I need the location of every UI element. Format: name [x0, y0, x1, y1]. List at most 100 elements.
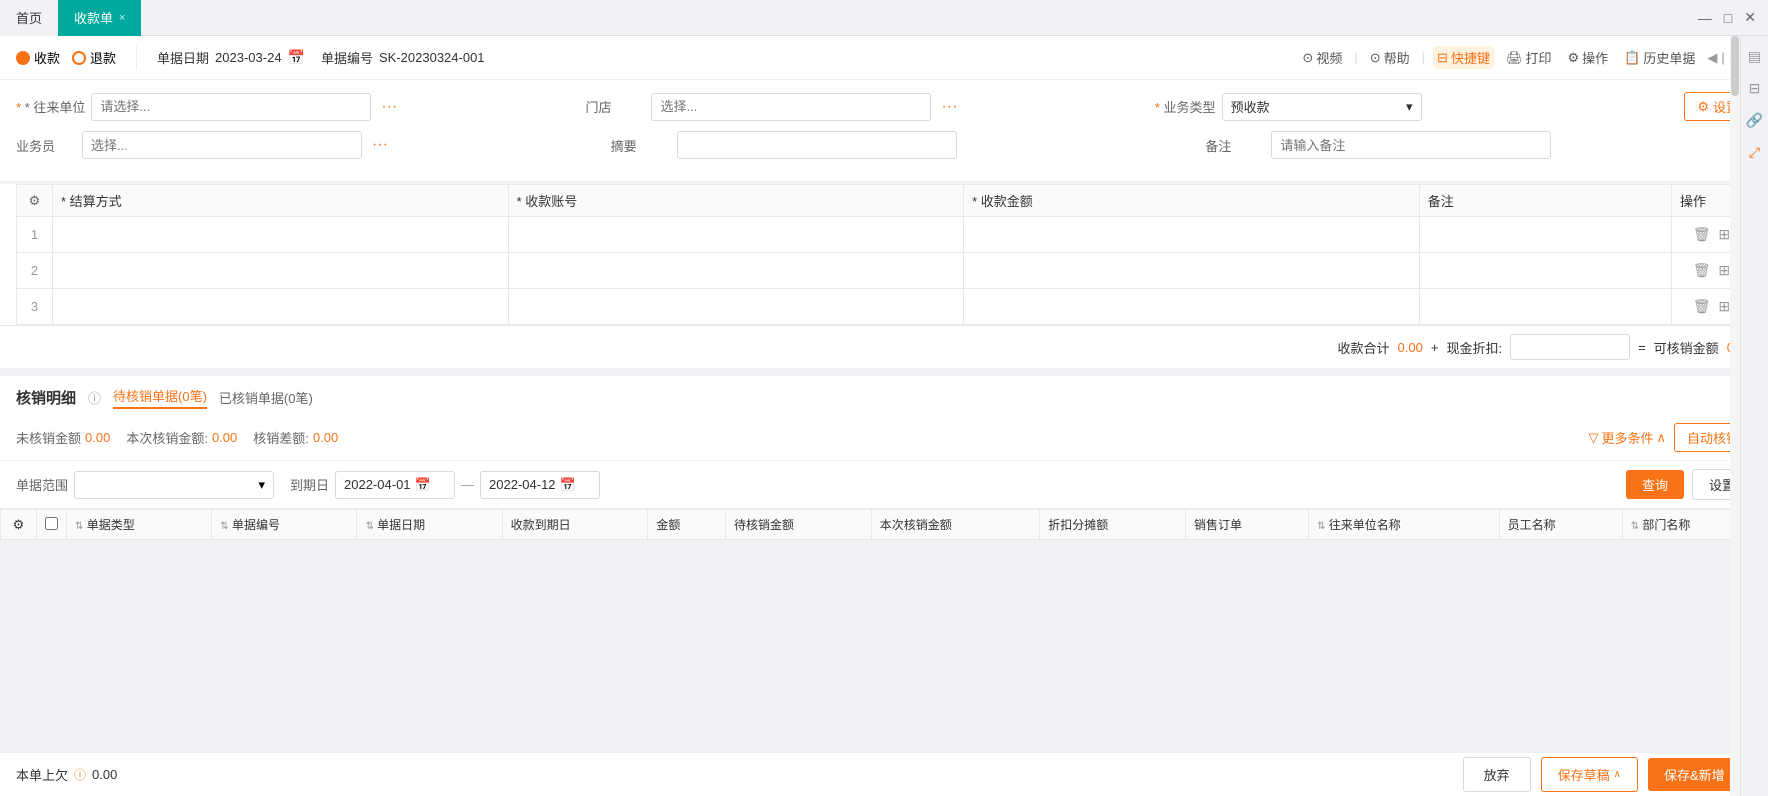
footer-info: 本单上欠 ⓘ 0.00	[16, 765, 117, 784]
note-input[interactable]	[1271, 131, 1551, 159]
store-input[interactable]	[651, 93, 931, 121]
range-field: 单据范围 ▾	[16, 471, 274, 499]
account-cell-1[interactable]	[508, 217, 964, 253]
radio-receipt[interactable]: 收款	[16, 48, 60, 67]
prev-icon[interactable]: ◀	[1707, 50, 1717, 66]
col-gear-header[interactable]: ⚙	[17, 185, 53, 217]
staff-more-icon[interactable]: ···	[372, 136, 388, 154]
delete-icon-1[interactable]: 🗑	[1693, 226, 1711, 242]
select-all-checkbox[interactable]	[45, 517, 58, 530]
window-close-button[interactable]: ✕	[1744, 9, 1756, 26]
col-settlement-header: * 结算方式	[53, 185, 509, 217]
maximize-button[interactable]: □	[1724, 10, 1732, 26]
delete-icon-3[interactable]: 🗑	[1693, 298, 1711, 314]
pending-tab[interactable]: 待核销单据(0笔)	[113, 386, 207, 409]
note-cell-1[interactable]	[1419, 217, 1671, 253]
counterpart-input[interactable]	[91, 93, 371, 121]
bottom-gear-header[interactable]: ⚙	[1, 510, 37, 540]
delete-icon-2[interactable]: 🗑	[1693, 262, 1711, 278]
counterpart-field: * * 往来单位 ···	[16, 93, 537, 121]
copy-icon-3[interactable]: ⊞	[1718, 298, 1730, 314]
date-to-value: 2022-04-12	[489, 477, 556, 492]
col-receipt-date-header: 收款到期日	[502, 510, 648, 540]
minimize-button[interactable]: —	[1698, 10, 1712, 26]
calendar-from-icon[interactable]: 📅	[415, 477, 431, 493]
settlement-cell-2[interactable]	[53, 253, 509, 289]
receipt-type-radio: 收款 退款	[16, 48, 116, 67]
account-cell-3[interactable]	[508, 289, 964, 325]
footer-info-icon[interactable]: ⓘ	[74, 766, 86, 783]
note-cell-2[interactable]	[1419, 253, 1671, 289]
radio-refund[interactable]: 退款	[72, 48, 116, 67]
sidebar-table-icon[interactable]: ▤	[1743, 44, 1767, 68]
summary-input[interactable]	[677, 131, 957, 159]
calendar-icon[interactable]: 📅	[288, 49, 305, 66]
operation-btn[interactable]: ⚙ 操作	[1563, 46, 1612, 69]
scrollbar-thumb[interactable]	[1731, 36, 1739, 96]
close-icon[interactable]: ×	[119, 12, 125, 24]
date-from-value: 2022-04-01	[344, 477, 411, 492]
row-num-1: 1	[17, 217, 53, 253]
counterpart-more-icon[interactable]: ···	[381, 98, 397, 116]
number-label: 单据编号	[321, 48, 373, 67]
footer-label: 本单上欠	[16, 765, 68, 784]
video-btn[interactable]: ⊙ 视频	[1298, 46, 1346, 69]
date-to-picker[interactable]: 2022-04-12 📅	[480, 471, 600, 499]
scrollbar[interactable]	[1730, 36, 1740, 796]
tab-active[interactable]: 收款单 ×	[58, 0, 141, 36]
separator-1	[136, 46, 137, 70]
amount-cell-1[interactable]	[964, 217, 1420, 253]
sidebar-list-icon[interactable]: ⊟	[1743, 76, 1767, 100]
discount-input[interactable]	[1510, 334, 1630, 360]
settlement-cell-1[interactable]	[53, 217, 509, 253]
help-icon: ⊙	[1370, 50, 1381, 66]
more-conditions-btn[interactable]: ▽ 更多条件 ∧	[1588, 428, 1666, 447]
bottom-gear-icon[interactable]: ⚙	[13, 517, 25, 532]
operation-icon: ⚙	[1567, 50, 1579, 66]
filter-icon: ▽	[1588, 430, 1598, 446]
abandon-button[interactable]: 放弃	[1463, 757, 1531, 792]
print-btn[interactable]: 🖨 打印	[1502, 46, 1556, 69]
staff-input[interactable]	[82, 131, 362, 159]
filter-row: 单据范围 ▾ 到期日 2022-04-01 📅 — 2022-04-12 📅 查…	[0, 460, 1768, 508]
sidebar-expand-icon[interactable]: ⤢	[1743, 140, 1767, 164]
shortcut-btn[interactable]: ⊟ 快捷键	[1433, 46, 1494, 69]
note-cell-3[interactable]	[1419, 289, 1671, 325]
date-value[interactable]: 2023-03-24	[215, 50, 282, 65]
print-label: 打印	[1525, 48, 1551, 67]
current-value: 0.00	[212, 430, 237, 445]
separator-nav: |	[1721, 50, 1724, 65]
date-from-picker[interactable]: 2022-04-01 📅	[335, 471, 455, 499]
table-container: ⚙ * 结算方式 * 收款账号 * 收款金额 备注 操作 1 🗑 ⊞	[0, 184, 1768, 325]
print-icon: 🖨	[1506, 50, 1523, 66]
range-chevron-icon: ▾	[258, 477, 265, 493]
amount-cell-2[interactable]	[964, 253, 1420, 289]
store-more-icon[interactable]: ···	[941, 98, 957, 116]
copy-icon-2[interactable]: ⊞	[1718, 262, 1730, 278]
col-counterpart-header: ⇅ 往来单位名称	[1309, 510, 1500, 540]
sidebar-link-icon[interactable]: 🔗	[1743, 108, 1767, 132]
radio-refund-dot	[72, 51, 86, 65]
checkbox-header[interactable]	[37, 510, 67, 540]
history-btn[interactable]: 📋 历史单据	[1620, 46, 1699, 69]
account-cell-2[interactable]	[508, 253, 964, 289]
save-draft-button[interactable]: 保存草稿 ∧	[1541, 757, 1638, 792]
col-current-header: 本次核销金额	[871, 510, 1039, 540]
number-value[interactable]: SK-20230324-001	[379, 50, 485, 65]
query-button[interactable]: 查询	[1626, 470, 1684, 499]
table-gear-icon[interactable]: ⚙	[29, 193, 41, 208]
amount-cell-3[interactable]	[964, 289, 1420, 325]
business-type-select[interactable]: 预收款 ▾	[1222, 93, 1422, 121]
settlement-cell-3[interactable]	[53, 289, 509, 325]
table-row: 1 🗑 ⊞	[17, 217, 1752, 253]
calendar-to-icon[interactable]: 📅	[560, 477, 576, 493]
tab-home[interactable]: 首页	[0, 0, 58, 36]
range-select[interactable]: ▾	[74, 471, 274, 499]
sort-icon: ⇅	[75, 521, 83, 532]
window-controls: — □ ✕	[1698, 9, 1768, 26]
copy-icon-1[interactable]: ⊞	[1718, 226, 1730, 242]
done-tab[interactable]: 已核销单据(0笔)	[219, 388, 313, 407]
info-icon[interactable]: ⓘ	[88, 388, 101, 407]
summary-field: 摘要	[611, 131, 1158, 159]
help-btn[interactable]: ⊙ 帮助	[1366, 46, 1414, 69]
